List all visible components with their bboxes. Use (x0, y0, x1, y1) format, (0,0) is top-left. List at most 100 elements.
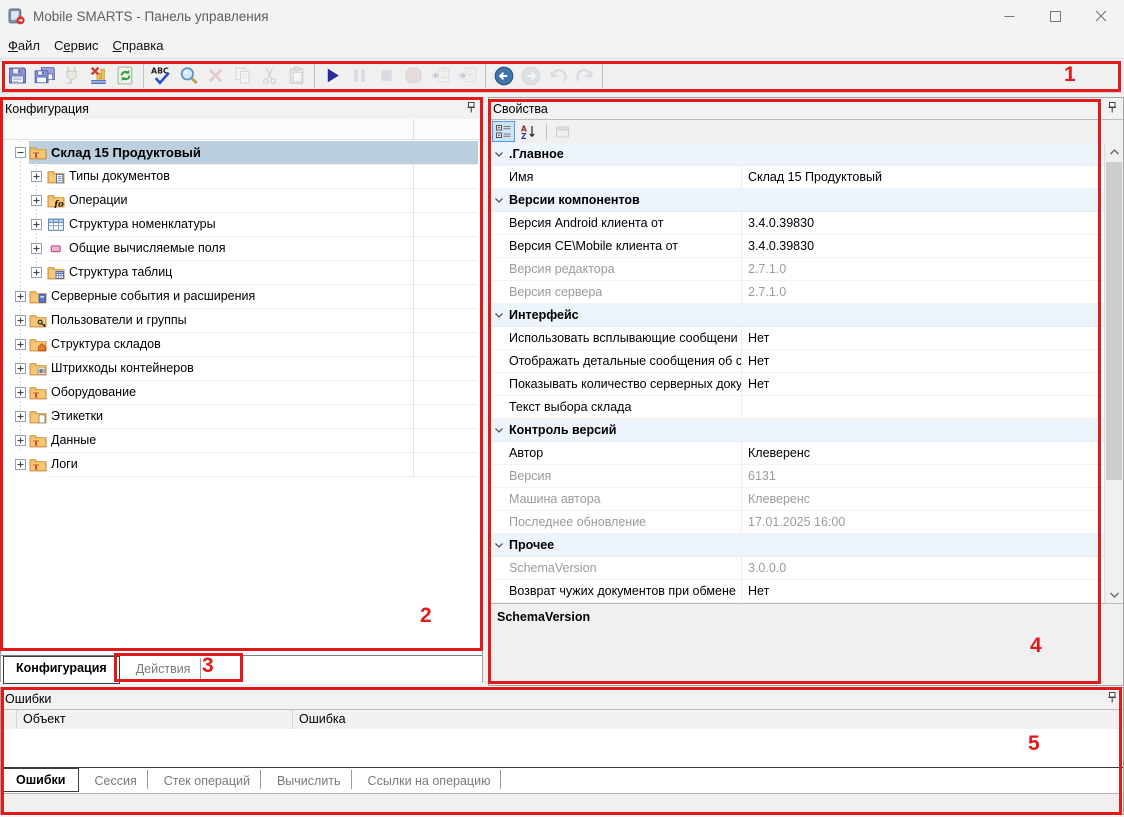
scrollbar-thumb[interactable] (1106, 162, 1122, 480)
expander-plus-icon[interactable] (15, 291, 26, 305)
menu-item-сервис[interactable]: Сервис (48, 35, 105, 56)
chevron-down-icon[interactable] (494, 541, 504, 550)
tab-сессия[interactable]: Сессия (85, 770, 148, 789)
expander-plus-icon[interactable] (15, 363, 26, 377)
property-row[interactable]: Версия Android клиента от 3.4.0.39830 (489, 212, 1104, 235)
tree-item-9[interactable]: Штрихкоды контейнеров (1, 357, 482, 381)
menu-item-справка[interactable]: Справка (107, 35, 170, 56)
tree-item-12[interactable]: т Данные (1, 429, 482, 453)
alphabetical-button[interactable]: AZ (517, 121, 540, 142)
tab-вычислить[interactable]: Вычислить (267, 770, 352, 789)
expander-plus-icon[interactable] (15, 339, 26, 353)
property-value[interactable]: Нет (742, 354, 769, 368)
tree-item-6[interactable]: Серверные события и расширения (1, 285, 482, 309)
toolbar-refresh-button[interactable] (112, 62, 139, 89)
tab-стек-операций[interactable]: Стек операций (154, 770, 261, 789)
property-row[interactable]: Использовать всплывающие сообщени Нет (489, 327, 1104, 350)
tree-item-5[interactable]: Структура таблиц (1, 261, 482, 285)
tree-item-1[interactable]: Типы документов (1, 165, 482, 189)
tree-item-3[interactable]: Структура номенклатуры (1, 213, 482, 237)
tab-ссылки-на-операцию[interactable]: Ссылки на операцию (358, 770, 502, 789)
expander-plus-icon[interactable] (31, 195, 42, 209)
toolbar-clear-data-button[interactable] (85, 62, 112, 89)
property-row[interactable]: Текст выбора склада (489, 396, 1104, 419)
tab-конфигурация[interactable]: Конфигурация (3, 656, 120, 684)
property-value[interactable]: 6131 (742, 469, 776, 483)
tree-item-4[interactable]: Общие вычисляемые поля (1, 237, 482, 261)
pin-icon[interactable] (1107, 101, 1118, 117)
toolbar-search-button[interactable] (175, 62, 202, 89)
tree-item-7[interactable]: Пользователи и группы (1, 309, 482, 333)
property-row[interactable]: Машина автора Клеверенс (489, 488, 1104, 511)
property-value[interactable]: Склад 15 Продуктовый (742, 170, 882, 184)
property-value[interactable]: 2.7.1.0 (742, 285, 786, 299)
property-category-row[interactable]: .Главное (489, 143, 1104, 166)
chevron-down-icon[interactable] (494, 311, 504, 320)
menu-item-файл[interactable]: Файл (2, 35, 46, 56)
expander-plus-icon[interactable] (31, 171, 42, 185)
property-row[interactable]: Версия редактора 2.7.1.0 (489, 258, 1104, 281)
tree-item-2[interactable]: fo Операции (1, 189, 482, 213)
expander-plus-icon[interactable] (15, 411, 26, 425)
toolbar-play-button[interactable] (319, 62, 346, 89)
maximize-button[interactable] (1032, 0, 1078, 32)
expander-plus-icon[interactable] (31, 243, 42, 257)
minimize-button[interactable] (986, 0, 1032, 32)
chevron-down-icon[interactable] (494, 150, 504, 159)
property-row[interactable]: Имя Склад 15 Продуктовый (489, 166, 1104, 189)
property-value[interactable]: Клеверенс (742, 446, 810, 460)
properties-scrollbar[interactable] (1104, 143, 1123, 603)
toolbar-save-button[interactable] (4, 62, 31, 89)
tree-item-11[interactable]: Этикетки (1, 405, 482, 429)
errors-column-error[interactable]: Ошибка (293, 710, 1123, 729)
property-value[interactable]: Нет (742, 584, 769, 598)
property-row[interactable]: Версия 6131 (489, 465, 1104, 488)
tree-item-8[interactable]: Структура складов (1, 333, 482, 357)
pin-icon[interactable] (466, 101, 477, 117)
tab-ошибки[interactable]: Ошибки (3, 768, 79, 792)
expander-plus-icon[interactable] (15, 459, 26, 473)
scroll-down-icon[interactable] (1105, 586, 1123, 603)
property-category-row[interactable]: Прочее (489, 534, 1104, 557)
tree-item-root[interactable]: т Склад 15 Продуктовый (1, 141, 482, 165)
expander-plus-icon[interactable] (31, 219, 42, 233)
expander-minus-icon[interactable] (15, 147, 26, 161)
toolbar-save-all-button[interactable] (31, 62, 58, 89)
expander-plus-icon[interactable] (31, 267, 42, 281)
expander-plus-icon[interactable] (15, 387, 26, 401)
property-category-row[interactable]: Интерфейс (489, 304, 1104, 327)
property-value[interactable]: 3.4.0.39830 (742, 216, 814, 230)
property-value[interactable]: 3.0.0.0 (742, 561, 786, 575)
property-value[interactable]: Клеверенс (742, 492, 810, 506)
property-row[interactable]: Показывать количество серверных доку Нет (489, 373, 1104, 396)
property-row[interactable]: Версия CE\Mobile клиента от 3.4.0.39830 (489, 235, 1104, 258)
property-value[interactable]: 2.7.1.0 (742, 262, 786, 276)
property-value[interactable]: 17.01.2025 16:00 (742, 515, 845, 529)
property-row[interactable]: Версия сервера 2.7.1.0 (489, 281, 1104, 304)
scroll-up-icon[interactable] (1105, 143, 1123, 160)
property-row[interactable]: Автор Клеверенс (489, 442, 1104, 465)
property-category-row[interactable]: Версии компонентов (489, 189, 1104, 212)
tree-item-10[interactable]: т Оборудование (1, 381, 482, 405)
errors-column-object[interactable]: Объект (17, 710, 293, 729)
property-value[interactable]: Нет (742, 377, 769, 391)
chevron-down-icon[interactable] (494, 196, 504, 205)
expander-plus-icon[interactable] (15, 435, 26, 449)
expander-plus-icon[interactable] (15, 315, 26, 329)
property-value[interactable]: 3.4.0.39830 (742, 239, 814, 253)
tab-действия[interactable]: Действия (126, 658, 202, 681)
property-row[interactable]: SchemaVersion 3.0.0.0 (489, 557, 1104, 580)
tree-item-13[interactable]: т Логи (1, 453, 482, 477)
property-row[interactable]: Отображать детальные сообщения об с Нет (489, 350, 1104, 373)
property-row[interactable]: Последнее обновление 17.01.2025 16:00 (489, 511, 1104, 534)
property-category-row[interactable]: Контроль версий (489, 419, 1104, 442)
pin-icon[interactable] (1107, 691, 1118, 707)
toolbar-spellcheck-button[interactable]: ABC (148, 62, 175, 89)
property-row[interactable]: Возврат чужих документов при обмене Нет (489, 580, 1104, 603)
close-button[interactable] (1078, 0, 1124, 32)
toolbar-back-button[interactable] (490, 62, 517, 89)
property-value[interactable]: Нет (742, 331, 769, 345)
chevron-down-icon[interactable] (494, 426, 504, 435)
logs-folder-icon: т (29, 457, 47, 475)
categorized-button[interactable] (492, 121, 515, 142)
